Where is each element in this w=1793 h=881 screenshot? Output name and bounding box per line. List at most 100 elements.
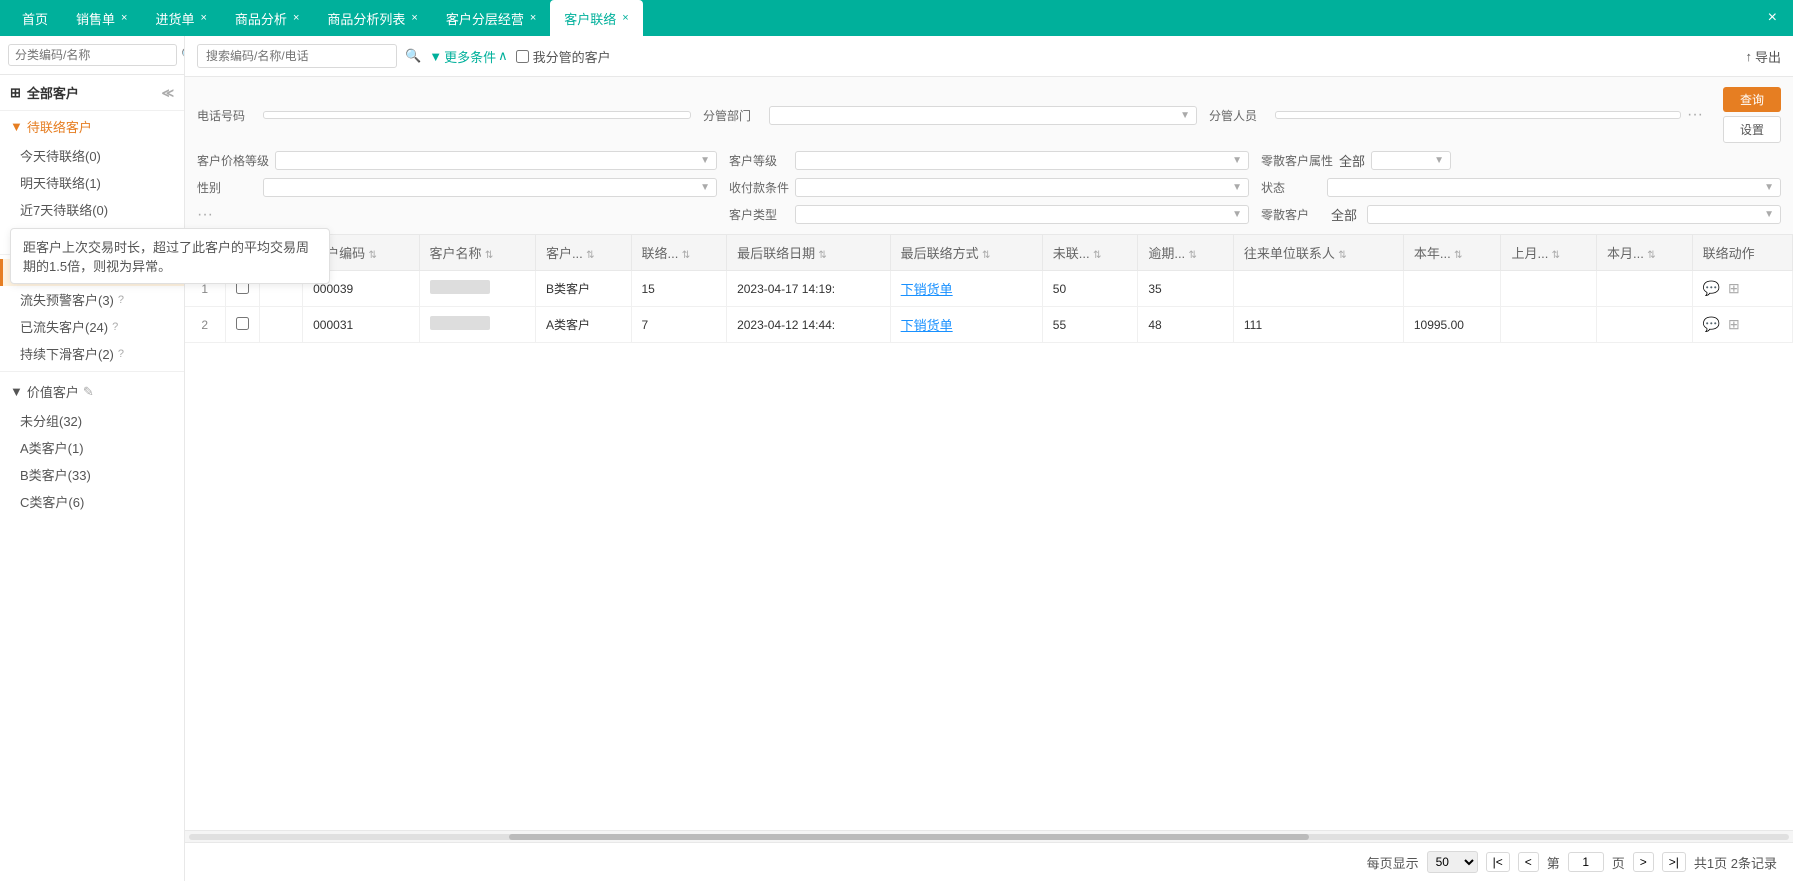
filter-search-icon[interactable]: 🔍 <box>405 48 421 64</box>
method-link-2[interactable]: 下销货单 <box>901 318 953 333</box>
filter-dept-select[interactable]: ▼ <box>769 106 1197 125</box>
filter-status-select[interactable]: ▼ <box>1327 178 1781 197</box>
th-this-month[interactable]: 本月... ⇅ <box>1597 235 1693 271</box>
page-input[interactable] <box>1568 852 1604 872</box>
page-size-select[interactable]: 50 100 200 <box>1427 851 1478 873</box>
tab-product-analysis-list-close[interactable]: × <box>411 12 417 24</box>
all-customers-header[interactable]: ⊞ 全部客户 ≪ <box>0 75 184 111</box>
filter-person-input[interactable] <box>1275 111 1681 119</box>
tab-sales-close[interactable]: × <box>121 12 127 24</box>
edit-icon[interactable]: ✎ <box>83 384 94 400</box>
th-unreplied[interactable]: 未联... ⇅ <box>1042 235 1138 271</box>
td-action-1: 💬 ⊞ <box>1692 271 1792 307</box>
table-area: ⚙ 客户编码 ⇅ 客户名称 ⇅ 客户... ⇅ <box>185 235 1793 830</box>
sidebar-item-7days[interactable]: 近7天待联络(0) <box>0 196 184 223</box>
sidebar-item-lost-preview[interactable]: 流失预警客户(3) ? <box>0 286 184 313</box>
tab-customer-contact-close[interactable]: × <box>622 12 628 24</box>
filter-customer-type-select[interactable]: ▼ <box>795 205 1249 224</box>
th-last-contact-date[interactable]: 最后联络日期 ⇅ <box>727 235 891 271</box>
my-customers-checkbox-label[interactable]: 我分管的客户 <box>516 47 611 66</box>
th-this-year[interactable]: 本年... ⇅ <box>1403 235 1501 271</box>
td-type-2: A类客户 <box>535 307 631 343</box>
tab-customer-tier[interactable]: 客户分层经营 × <box>432 0 550 36</box>
filter-gender-field: 性别 ▼ <box>197 178 717 197</box>
sidebar-item-today[interactable]: 今天待联络(0) <box>0 142 184 169</box>
grid-icon-1[interactable]: ⊞ <box>1728 280 1740 297</box>
lost-preview-hint-icon[interactable]: ? <box>118 294 124 306</box>
filter-retail-customer-select[interactable]: ▼ <box>1367 205 1781 224</box>
tab-sales[interactable]: 销售单 × <box>62 0 141 36</box>
pagination-bar: 每页显示 50 100 200 |< < 第 页 > >| 共1页 2条记录 <box>185 842 1793 881</box>
th-type[interactable]: 客户... ⇅ <box>535 235 631 271</box>
action-buttons: 查询 设置 <box>1723 87 1781 143</box>
horizontal-scrollbar[interactable] <box>185 830 1793 842</box>
td-type-1: B类客户 <box>535 271 631 307</box>
chevron-down-icon-level: ▼ <box>1232 155 1242 166</box>
sidebar-search-input[interactable] <box>8 44 177 66</box>
tab-customer-contact[interactable]: 客户联络 × <box>550 0 642 36</box>
tab-purchase-close[interactable]: × <box>200 12 206 24</box>
th-unit-contact[interactable]: 往来单位联系人 ⇅ <box>1233 235 1403 271</box>
sidebar-item-already-lost[interactable]: 已流失客户(24) ? <box>0 313 184 340</box>
first-page-button[interactable]: |< <box>1486 852 1510 872</box>
th-name[interactable]: 客户名称 ⇅ <box>419 235 535 271</box>
sidebar-item-tomorrow[interactable]: 明天待联络(1) <box>0 169 184 196</box>
filter-person-dots[interactable]: ··· <box>1687 106 1703 124</box>
tab-product-analysis[interactable]: 商品分析 × <box>221 0 313 36</box>
sidebar: 🔍 ⊞ 全部客户 ≪ ▼ 待联络客户 今天待联络(0) 明天待联络(1) 近7天… <box>0 36 185 881</box>
sidebar-item-ungroup[interactable]: 未分组(32) <box>0 407 184 434</box>
sort-icon-this-month: ⇅ <box>1647 250 1655 261</box>
query-button[interactable]: 查询 <box>1723 87 1781 112</box>
filter-phone-input[interactable] <box>263 111 691 119</box>
filter-payment-select[interactable]: ▼ <box>795 178 1249 197</box>
value-customer-group[interactable]: ▼ 价值客户 ✎ <box>0 376 184 407</box>
filter-gender-select[interactable]: ▼ <box>263 178 717 197</box>
th-last-contact-method[interactable]: 最后联络方式 ⇅ <box>890 235 1042 271</box>
chat-icon-2[interactable]: 💬 <box>1703 316 1720 333</box>
sort-icon-method: ⇅ <box>982 250 990 261</box>
td-last-method-2[interactable]: 下销货单 <box>890 307 1042 343</box>
filter-customer-level-select[interactable]: ▼ <box>795 151 1249 170</box>
tab-customer-tier-close[interactable]: × <box>530 12 536 24</box>
next-page-button[interactable]: > <box>1633 852 1654 872</box>
td-last-method-1[interactable]: 下销货单 <box>890 271 1042 307</box>
tab-home[interactable]: 首页 <box>8 0 62 36</box>
sidebar-item-b-class[interactable]: B类客户(33) <box>0 461 184 488</box>
tab-purchase[interactable]: 进货单 × <box>141 0 220 36</box>
td-unit-contact-2: 111 <box>1233 307 1403 343</box>
filter-row-1: 电话号码 分管部门 ▼ 分管人员 ··· 查询 设置 <box>197 87 1781 143</box>
last-page-button[interactable]: >| <box>1662 852 1686 872</box>
prev-page-button[interactable]: < <box>1518 852 1539 872</box>
filter-search-input[interactable] <box>197 44 397 68</box>
declining-hint-icon[interactable]: ? <box>118 348 124 360</box>
td-check-2 <box>225 307 259 343</box>
sidebar-item-c-class[interactable]: C类客户(6) <box>0 488 184 515</box>
filter-retail-attr-select[interactable]: ▼ <box>1371 151 1451 170</box>
td-this-month-2 <box>1597 307 1693 343</box>
sidebar-item-declining[interactable]: 持续下滑客户(2) ? <box>0 340 184 367</box>
my-customers-checkbox[interactable] <box>516 50 529 63</box>
filter-person-field: 分管人员 ··· <box>1209 106 1703 124</box>
export-button[interactable]: ↑ 导出 <box>1745 47 1781 66</box>
filter-price-level-select[interactable]: ▼ <box>275 151 717 170</box>
window-close-button[interactable]: × <box>1760 9 1785 27</box>
row-2-checkbox[interactable] <box>236 317 249 330</box>
scrollbar-thumb[interactable] <box>509 834 1309 840</box>
th-last-month[interactable]: 上月... ⇅ <box>1501 235 1597 271</box>
th-contact-count[interactable]: 联络... ⇅ <box>631 235 727 271</box>
grid-icon-2[interactable]: ⊞ <box>1728 316 1740 333</box>
chat-icon-1[interactable]: 💬 <box>1703 280 1720 297</box>
settings-button[interactable]: 设置 <box>1723 116 1781 143</box>
filter-more-dots[interactable]: ··· <box>197 206 213 224</box>
tab-product-analysis-close[interactable]: × <box>293 12 299 24</box>
th-overdue[interactable]: 逾期... ⇅ <box>1138 235 1234 271</box>
pending-contact-group[interactable]: ▼ 待联络客户 <box>0 111 184 142</box>
tab-product-analysis-list[interactable]: 商品分析列表 × <box>313 0 431 36</box>
collapse-icon[interactable]: ≪ <box>161 86 174 100</box>
td-settings-2 <box>259 307 303 343</box>
more-conditions-button[interactable]: ▼ 更多条件 ∧ <box>429 47 507 66</box>
method-link-1[interactable]: 下销货单 <box>901 282 953 297</box>
customer-name-blurred-1 <box>430 280 490 294</box>
already-lost-hint-icon[interactable]: ? <box>112 321 118 333</box>
sidebar-item-a-class[interactable]: A类客户(1) <box>0 434 184 461</box>
